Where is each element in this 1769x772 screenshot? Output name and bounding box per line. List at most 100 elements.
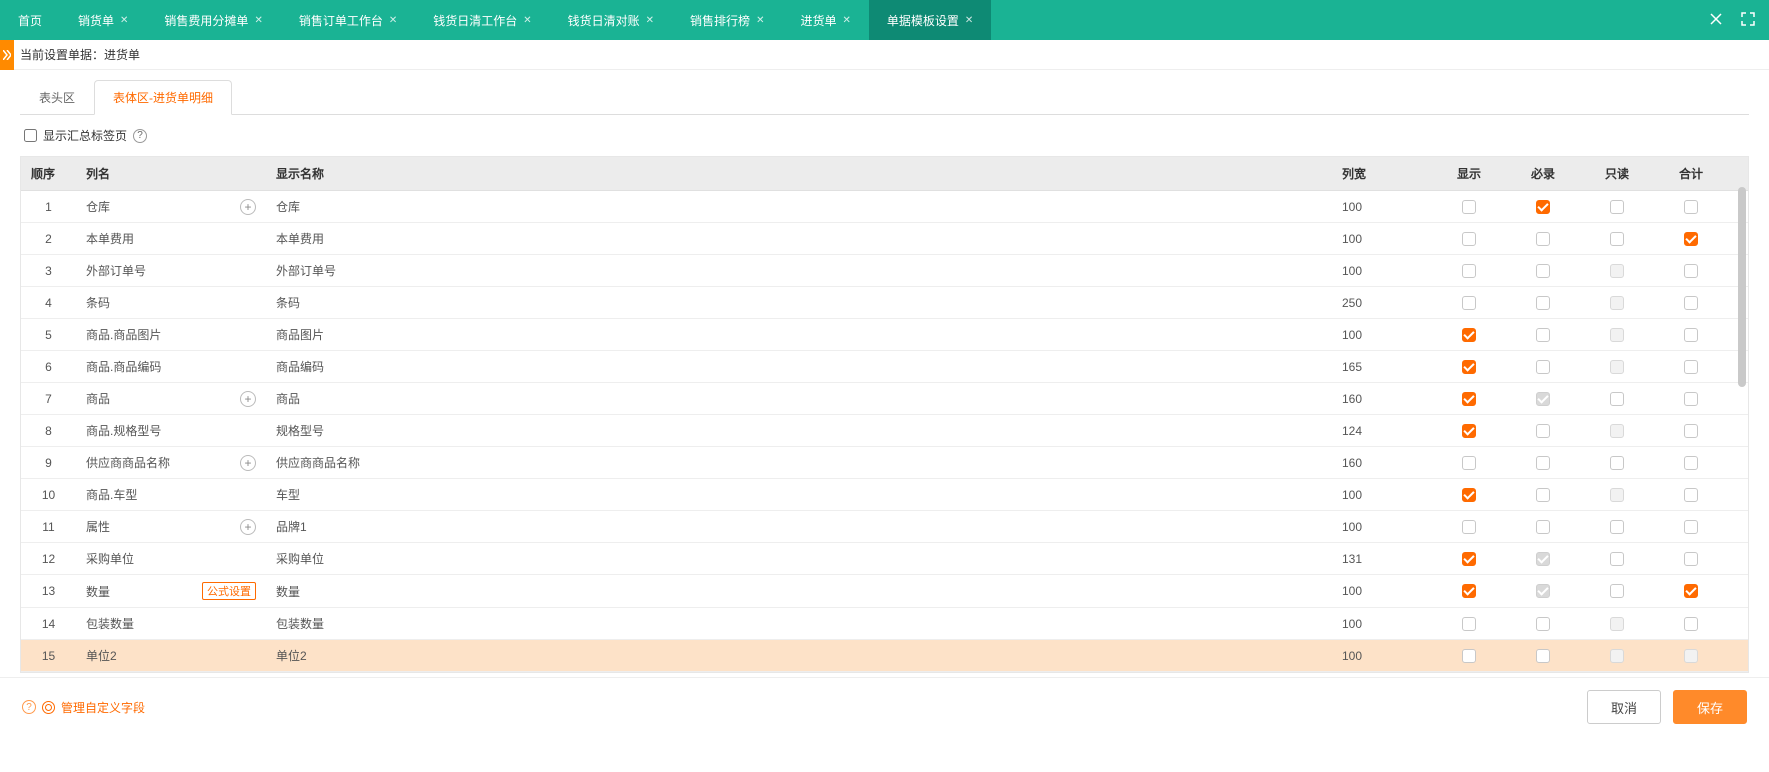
chk-sum[interactable] xyxy=(1684,488,1698,502)
row-width[interactable]: 100 xyxy=(1332,511,1432,543)
chk-req[interactable] xyxy=(1536,617,1550,631)
col-seq[interactable]: 顺序 xyxy=(21,157,76,191)
row-disp[interactable]: 外部订单号 xyxy=(266,255,1332,287)
plus-icon[interactable]: + xyxy=(240,519,256,535)
chk-sum[interactable] xyxy=(1684,456,1698,470)
plus-icon[interactable]: + xyxy=(240,391,256,407)
chk-sum[interactable] xyxy=(1684,232,1698,246)
row-width[interactable]: 124 xyxy=(1332,415,1432,447)
col-show[interactable]: 显示 xyxy=(1432,157,1506,191)
table-row[interactable]: 3外部订单号外部订单号100 xyxy=(21,255,1748,287)
close-icon[interactable]: ✕ xyxy=(756,15,764,26)
chk-show[interactable] xyxy=(1462,520,1476,534)
chk-ro[interactable] xyxy=(1610,552,1624,566)
formula-badge[interactable]: 公式设置 xyxy=(202,582,256,600)
row-disp[interactable]: 本单费用 xyxy=(266,223,1332,255)
row-disp[interactable]: 数量 xyxy=(266,575,1332,608)
table-row[interactable]: 12采购单位采购单位131 xyxy=(21,543,1748,575)
chk-sum[interactable] xyxy=(1684,617,1698,631)
table-row[interactable]: 6商品.商品编码商品编码165 xyxy=(21,351,1748,383)
chk-sum[interactable] xyxy=(1684,360,1698,374)
close-all-icon[interactable] xyxy=(1709,12,1723,29)
row-width[interactable]: 160 xyxy=(1332,447,1432,479)
tab-0[interactable]: 首页 xyxy=(0,0,60,40)
chk-req[interactable] xyxy=(1536,456,1550,470)
chk-sum[interactable] xyxy=(1684,296,1698,310)
close-icon[interactable]: ✕ xyxy=(965,15,973,26)
chk-req[interactable] xyxy=(1536,232,1550,246)
chk-show[interactable] xyxy=(1462,392,1476,406)
row-width[interactable]: 100 xyxy=(1332,255,1432,287)
tab-4[interactable]: 钱货日清工作台✕ xyxy=(415,0,549,40)
row-disp[interactable]: 商品编码 xyxy=(266,351,1332,383)
plus-icon[interactable]: + xyxy=(240,455,256,471)
chk-sum[interactable] xyxy=(1684,200,1698,214)
row-disp[interactable]: 规格型号 xyxy=(266,415,1332,447)
table-scrollbar[interactable] xyxy=(1738,187,1746,387)
chk-req[interactable] xyxy=(1536,424,1550,438)
close-icon[interactable]: ✕ xyxy=(389,15,397,26)
chk-sum[interactable] xyxy=(1684,552,1698,566)
tab-3[interactable]: 销售订单工作台✕ xyxy=(281,0,415,40)
cancel-button[interactable]: 取消 xyxy=(1587,690,1661,724)
plus-icon[interactable]: + xyxy=(240,199,256,215)
row-disp[interactable]: 采购单位 xyxy=(266,543,1332,575)
fullscreen-icon[interactable] xyxy=(1741,12,1755,29)
chk-ro[interactable] xyxy=(1610,200,1624,214)
close-icon[interactable]: ✕ xyxy=(646,15,654,26)
chk-ro[interactable] xyxy=(1610,520,1624,534)
tab-6[interactable]: 销售排行榜✕ xyxy=(672,0,782,40)
row-disp[interactable]: 单位2 xyxy=(266,640,1332,672)
tab-2[interactable]: 销售费用分摊单✕ xyxy=(146,0,280,40)
row-disp[interactable]: 包装数量 xyxy=(266,608,1332,640)
close-icon[interactable]: ✕ xyxy=(523,15,531,26)
chk-ro[interactable] xyxy=(1610,456,1624,470)
chk-show[interactable] xyxy=(1462,617,1476,631)
chk-show[interactable] xyxy=(1462,264,1476,278)
expand-handle-icon[interactable] xyxy=(0,40,14,70)
chk-sum[interactable] xyxy=(1684,264,1698,278)
chk-sum[interactable] xyxy=(1684,328,1698,342)
chk-ro[interactable] xyxy=(1610,584,1624,598)
table-row[interactable]: 11属性+品牌1100 xyxy=(21,511,1748,543)
table-row[interactable]: 1仓库+仓库100 xyxy=(21,191,1748,223)
row-disp[interactable]: 商品 xyxy=(266,383,1332,415)
tab-7[interactable]: 进货单✕ xyxy=(782,0,868,40)
subtab-0[interactable]: 表头区 xyxy=(20,80,94,115)
row-width[interactable]: 100 xyxy=(1332,608,1432,640)
chk-show[interactable] xyxy=(1462,360,1476,374)
table-row[interactable]: 5商品.商品图片商品图片100 xyxy=(21,319,1748,351)
tab-8[interactable]: 单据模板设置✕ xyxy=(869,0,991,40)
table-row[interactable]: 15单位2单位2100 xyxy=(21,640,1748,672)
chk-show[interactable] xyxy=(1462,328,1476,342)
footer-help-icon[interactable]: ? xyxy=(22,700,36,714)
chk-show[interactable] xyxy=(1462,232,1476,246)
subtab-1[interactable]: 表体区-进货单明细 xyxy=(94,80,232,115)
table-row[interactable]: 4条码条码250 xyxy=(21,287,1748,319)
row-width[interactable]: 100 xyxy=(1332,575,1432,608)
chk-req[interactable] xyxy=(1536,360,1550,374)
chk-sum[interactable] xyxy=(1684,520,1698,534)
table-row[interactable]: 2本单费用本单费用100 xyxy=(21,223,1748,255)
tab-1[interactable]: 销货单✕ xyxy=(60,0,146,40)
chk-req[interactable] xyxy=(1536,264,1550,278)
chk-req[interactable] xyxy=(1536,328,1550,342)
tab-5[interactable]: 钱货日清对账✕ xyxy=(550,0,672,40)
summary-tab-checkbox[interactable] xyxy=(24,129,37,142)
chk-req[interactable] xyxy=(1536,296,1550,310)
chk-req[interactable] xyxy=(1536,488,1550,502)
chk-ro[interactable] xyxy=(1610,392,1624,406)
col-name[interactable]: 列名 xyxy=(76,157,266,191)
table-row[interactable]: 7商品+商品160 xyxy=(21,383,1748,415)
row-width[interactable]: 250 xyxy=(1332,287,1432,319)
col-ro[interactable]: 只读 xyxy=(1580,157,1654,191)
table-row[interactable]: 13数量公式设置数量100 xyxy=(21,575,1748,608)
col-disp[interactable]: 显示名称 xyxy=(266,157,1332,191)
row-disp[interactable]: 条码 xyxy=(266,287,1332,319)
table-row[interactable]: 9供应商商品名称+供应商商品名称160 xyxy=(21,447,1748,479)
col-width[interactable]: 列宽 xyxy=(1332,157,1432,191)
close-icon[interactable]: ✕ xyxy=(842,15,850,26)
row-width[interactable]: 131 xyxy=(1332,543,1432,575)
chk-sum[interactable] xyxy=(1684,392,1698,406)
close-icon[interactable]: ✕ xyxy=(254,15,262,26)
